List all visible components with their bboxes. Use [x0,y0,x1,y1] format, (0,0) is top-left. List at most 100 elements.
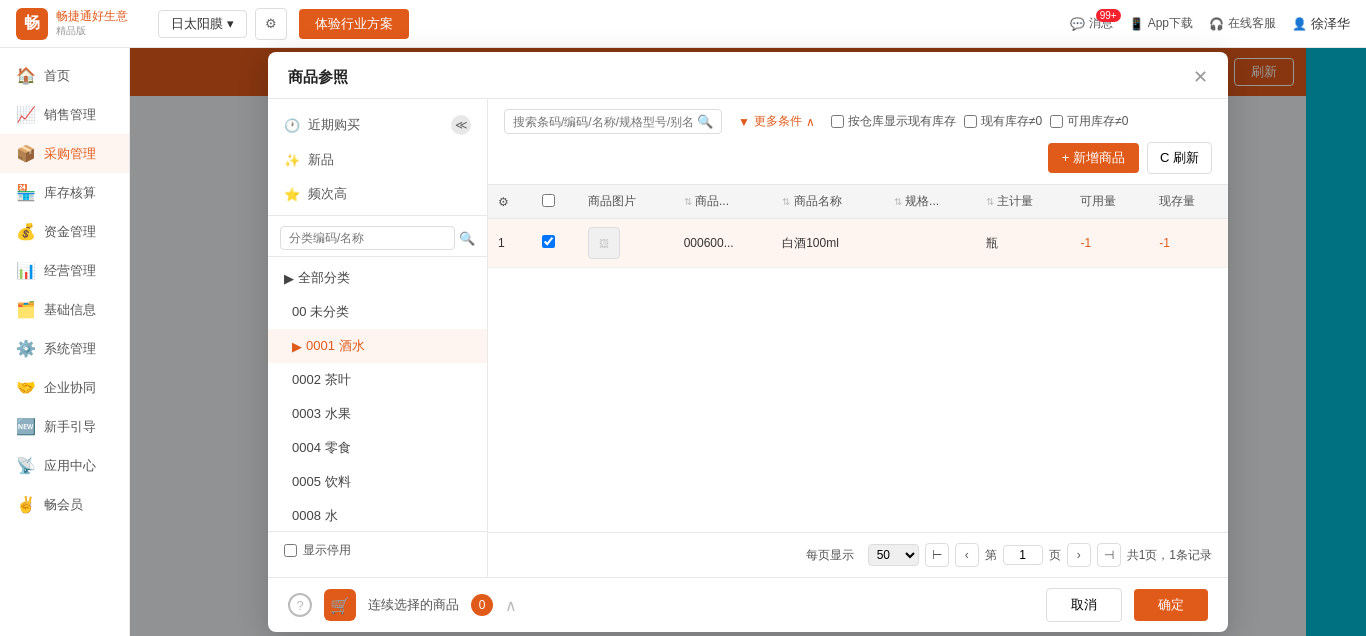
sidebar-item-member[interactable]: ✌️ 畅会员 [0,485,129,524]
sidebar-label-inventory: 库存核算 [44,184,96,202]
col-checkbox[interactable] [532,185,578,219]
usable-stock-checkbox[interactable] [1050,115,1063,128]
operations-icon: 📊 [16,261,36,280]
search-icon[interactable]: 🔍 [459,231,475,246]
sales-icon: 📈 [16,105,36,124]
category-item-0003[interactable]: 0003 水果 [268,397,487,431]
cancel-button[interactable]: 取消 [1046,588,1122,622]
sidebar-item-apps[interactable]: 📡 应用中心 [0,446,129,485]
recent-purchase-item[interactable]: 🕐 近期购买 ≪ [268,107,487,143]
settings-button[interactable]: ⚙ [255,8,287,40]
category-item-0005[interactable]: 0005 饮料 [268,465,487,499]
all-categories-item[interactable]: ▶ 全部分类 [268,261,487,295]
table-row[interactable]: 1 🖼 000600... 白酒100ml 瓶 [488,219,1228,268]
warehouse-stock-checkbox-label[interactable]: 按仓库显示现有库存 [831,113,956,130]
available-stock-checkbox-label[interactable]: 现有库存≠0 [964,113,1042,130]
page-unit: 页 [1049,547,1061,564]
select-all-checkbox[interactable] [542,194,555,207]
sidebar-label-finance: 资金管理 [44,223,96,241]
sidebar-label-system: 系统管理 [44,340,96,358]
sidebar-item-sales[interactable]: 📈 销售管理 [0,95,129,134]
sort-name-icon: ⇅ [782,196,790,207]
recent-purchase-label: 近期购买 [308,116,360,134]
show-disabled-label: 显示停用 [303,542,351,559]
sidebar-item-purchase[interactable]: 📦 采购管理 [0,134,129,173]
sidebar-item-home[interactable]: 🏠 首页 [0,56,129,95]
col-spec[interactable]: ⇅ 规格... [884,185,976,219]
pagination: 每页显示 50 20 100 ⊢ ‹ 第 页 › [488,532,1228,577]
more-filter-button[interactable]: ▼ 更多条件 ∧ [730,109,823,134]
refresh-button[interactable]: C 刷新 [1147,142,1212,174]
row-image: 🖼 [578,219,674,268]
usable-stock-label: 可用库存≠0 [1067,113,1128,130]
product-reference-modal: 商品参照 ✕ 🕐 近期购买 ≪ ✨ 新品 [268,52,1228,632]
row-select-checkbox[interactable] [542,235,555,248]
category-list: ▶ 全部分类 00 未分类 ▶ 0001 酒水 0002 茶 [268,257,487,531]
category-item-0004[interactable]: 0004 零食 [268,431,487,465]
usable-stock-checkbox-label[interactable]: 可用库存≠0 [1050,113,1128,130]
category-search-input[interactable] [280,226,455,250]
expand-icon: ▶ [284,271,294,286]
category-item-00[interactable]: 00 未分类 [268,295,487,329]
company-dropdown[interactable]: 日太阳膜 ▾ [158,10,247,38]
per-page-select[interactable]: 50 20 100 [868,544,919,566]
page-number-input[interactable] [1003,545,1043,565]
customer-service-button[interactable]: 🎧 在线客服 [1209,15,1276,32]
row-checkbox[interactable] [532,219,578,268]
modal-title: 商品参照 [288,68,348,87]
warehouse-stock-checkbox[interactable] [831,115,844,128]
sidebar-item-inventory[interactable]: 🏪 库存核算 [0,173,129,212]
first-page-button[interactable]: ⊢ [925,543,949,567]
messages-button[interactable]: 💬 消息 99+ [1070,15,1113,32]
sort-spec-icon: ⇅ [894,196,902,207]
category-label-00: 00 未分类 [292,303,349,321]
chevron-down-icon: ▾ [227,16,234,31]
col-available-label: 可用量 [1080,194,1116,208]
app-icon: 📱 [1129,17,1144,31]
prev-page-button[interactable]: ‹ [955,543,979,567]
frequent-item[interactable]: ⭐ 频次高 [268,177,487,211]
collapse-left-button[interactable]: ≪ [451,115,471,135]
modal-close-button[interactable]: ✕ [1193,66,1208,88]
col-name[interactable]: ⇅ 商品名称 [772,185,884,219]
try-button[interactable]: 体验行业方案 [299,9,409,39]
next-page-button[interactable]: › [1067,543,1091,567]
add-product-button[interactable]: + 新增商品 [1048,143,1139,173]
main-layout: 🏠 首页 📈 销售管理 📦 采购管理 🏪 库存核算 💰 资金管理 📊 经营管理 … [0,48,1366,636]
help-button[interactable]: ? [288,593,312,617]
collapse-footer-icon[interactable]: ∧ [505,596,517,615]
modal-footer: ? 🛒 连续选择的商品 0 ∧ 取消 确定 [268,577,1228,632]
col-available: 可用量 [1070,185,1149,219]
row-unit: 瓶 [976,219,1071,268]
collapse-filter-icon: ∧ [806,115,815,129]
sidebar-item-finance[interactable]: 💰 资金管理 [0,212,129,251]
user-menu[interactable]: 👤 徐泽华 [1292,15,1350,33]
app-download-button[interactable]: 📱 App下载 [1129,15,1193,32]
col-spec-label: 规格... [905,194,939,208]
category-item-0008[interactable]: 0008 水 [268,499,487,531]
search-product-icon[interactable]: 🔍 [697,114,713,129]
sidebar-item-enterprise[interactable]: 🤝 企业协同 [0,368,129,407]
service-label: 在线客服 [1228,15,1276,32]
last-page-button[interactable]: ⊣ [1097,543,1121,567]
product-table: ⚙ 商品图片 ⇅ 商品... ⇅ 商品名称 ⇅ 规格... ⇅ 主计量 可用量 [488,185,1228,268]
col-code[interactable]: ⇅ 商品... [674,185,773,219]
active-arrow-icon: ▶ [292,339,302,354]
sidebar-item-system[interactable]: ⚙️ 系统管理 [0,329,129,368]
sort-unit-icon: ⇅ [986,196,994,207]
product-image: 🖼 [588,227,620,259]
col-unit[interactable]: ⇅ 主计量 [976,185,1071,219]
sidebar-item-basics[interactable]: 🗂️ 基础信息 [0,290,129,329]
show-disabled-checkbox[interactable] [284,544,297,557]
total-info: 共1页，1条记录 [1127,547,1212,564]
sidebar-item-guide[interactable]: 🆕 新手引导 [0,407,129,446]
category-item-0002[interactable]: 0002 茶叶 [268,363,487,397]
category-item-0001[interactable]: ▶ 0001 酒水 [268,329,487,363]
col-settings[interactable]: ⚙ [488,185,532,219]
sidebar-item-operations[interactable]: 📊 经营管理 [0,251,129,290]
product-search-input[interactable] [513,115,693,129]
available-stock-checkbox[interactable] [964,115,977,128]
confirm-button[interactable]: 确定 [1134,589,1208,621]
divider [268,215,487,216]
new-products-item[interactable]: ✨ 新品 [268,143,487,177]
